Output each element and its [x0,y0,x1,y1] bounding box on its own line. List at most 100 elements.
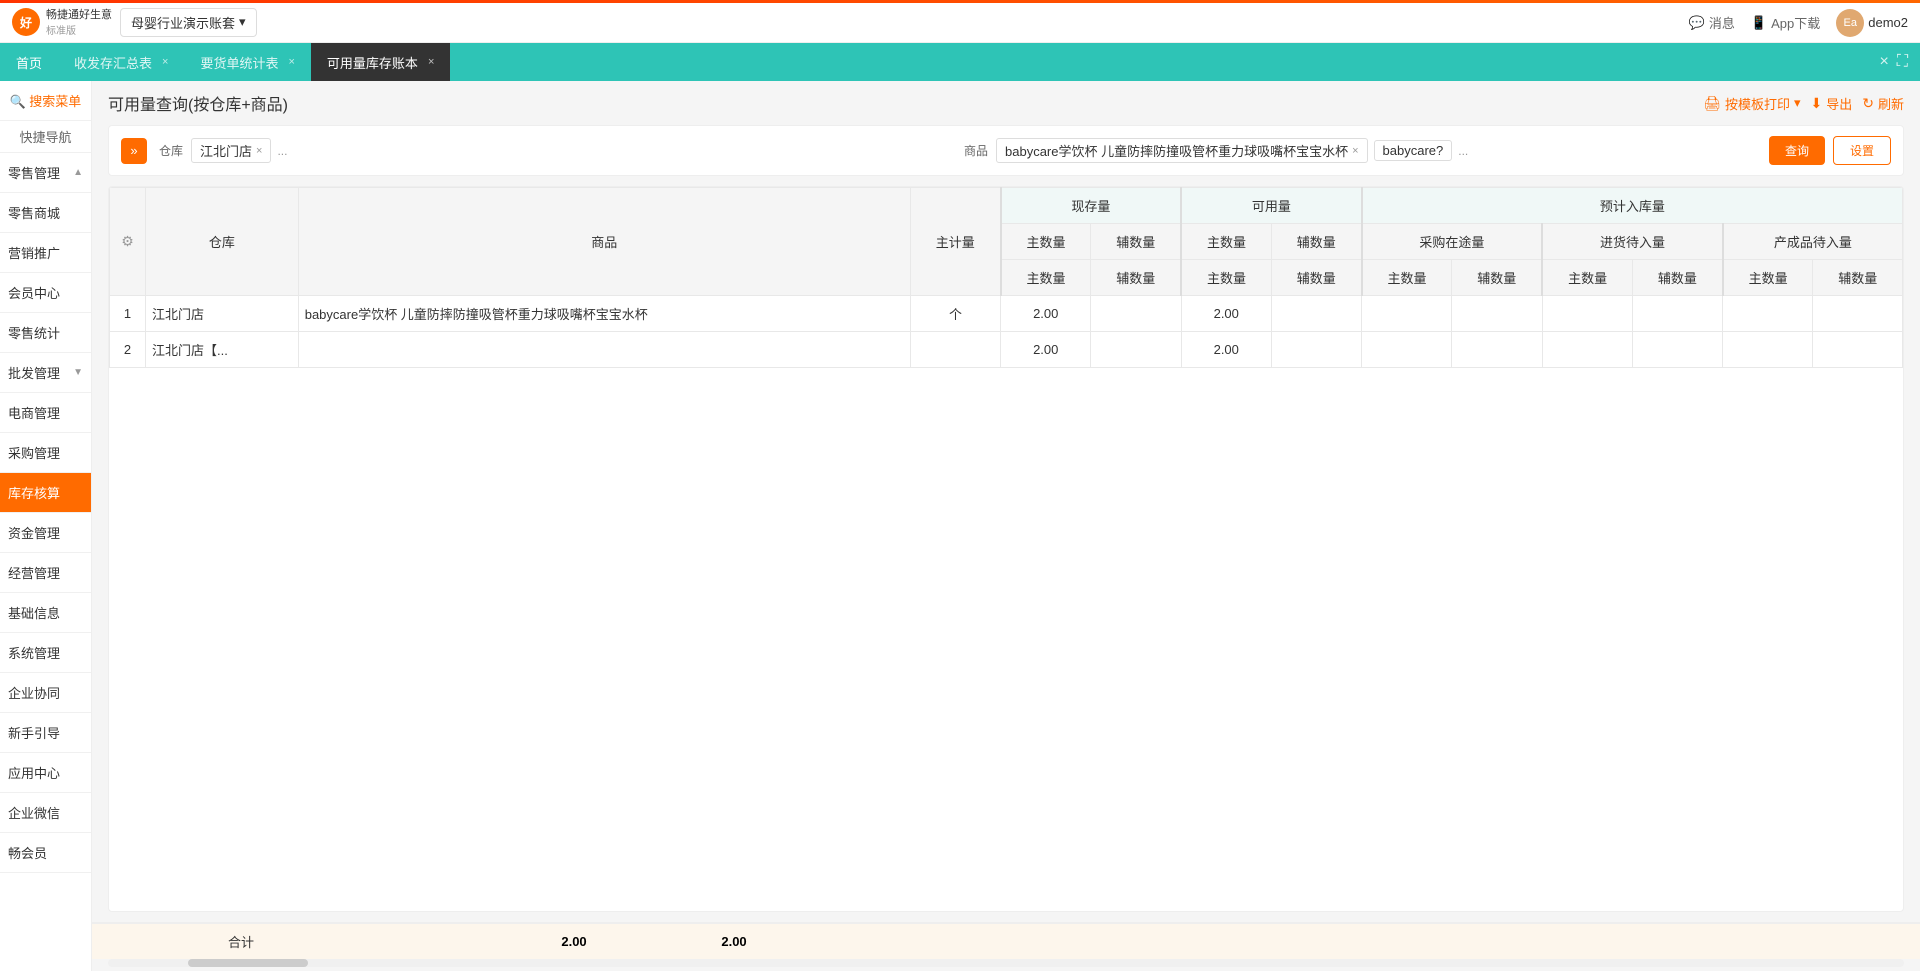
cell-warehouse: 江北门店【... [146,332,299,368]
col-av-main-qty: 主数量 [1181,260,1271,296]
tab-order-stats-label: 要货单统计表 [200,53,278,72]
col-planned-in-group: 预计入库量 [1362,188,1903,224]
search-icon: 🔍 [10,94,26,109]
cell-purchase-transit-main [1362,332,1452,368]
warehouse-tag-0[interactable]: 江北门店 × [191,138,271,163]
sidebar-item-enterprise-wechat[interactable]: 企业微信 [0,793,91,833]
cell-incoming-main [1542,296,1632,332]
sidebar-item-ecommerce-mgmt[interactable]: 电商管理 [0,393,91,433]
tab-available-inventory[interactable]: 可用量库存账本 × [311,43,450,81]
sidebar-item-inventory-check-label: 库存核算 [8,483,60,502]
warehouse-filter-group: 仓库 江北门店 × ... [159,138,952,163]
tab-order-stats-close[interactable]: × [288,56,294,68]
cell-current-stock-aux [1091,332,1181,368]
warehouse-tag-0-remove[interactable]: × [256,145,262,157]
sidebar-item-system-mgmt-label: 系统管理 [8,643,60,662]
tab-home-label: 首页 [16,53,42,72]
sidebar-item-retail-stats[interactable]: 零售统计 [0,313,91,353]
total-label: 合计 [228,932,254,951]
sidebar-search-label: 搜索菜单 [29,94,81,109]
gear-icon[interactable]: ⚙ [121,233,134,249]
tab-receive-summary[interactable]: 收发存汇总表 × [58,43,184,81]
main-layout: 🔍 搜索菜单 快捷导航 零售管理 ▲ 零售商城 营销推广 会员中心 零售统计 [0,81,1920,971]
col-settings: ⚙ [110,188,146,296]
app-icon: 📱 [1751,15,1767,31]
sidebar-item-enterprise-collab-label: 企业协同 [8,683,60,702]
cell-production-aux [1813,332,1903,368]
warehouse-tag-0-label: 江北门店 [200,141,252,160]
tab-close-all-btn[interactable]: × [1879,53,1888,71]
tab-fullscreen-btn[interactable]: ⛶ [1897,53,1908,71]
sidebar-item-new-guide[interactable]: 新手引导 [0,713,91,753]
sidebar-item-app-center[interactable]: 应用中心 [0,753,91,793]
col-prod-aux: 辅数量 [1813,260,1903,296]
scroll-thumb[interactable] [188,959,308,967]
sidebar-item-purchase-mgmt[interactable]: 采购管理 [0,433,91,473]
tab-order-stats[interactable]: 要货单统计表 × [184,43,310,81]
col-current-main: 主数量 [1001,224,1091,260]
chevron-down-icon: ▾ [239,14,246,30]
sidebar-item-member-center[interactable]: 会员中心 [0,273,91,313]
industry-selector[interactable]: 母婴行业演示账套 ▾ [120,8,257,37]
sidebar-item-enterprise-collab[interactable]: 企业协同 [0,673,91,713]
sidebar-item-retail-mgmt[interactable]: 零售管理 ▲ [0,153,91,193]
product-more[interactable]: ... [1458,144,1468,158]
cell-purchase-transit-aux [1452,332,1542,368]
total-bar: 合计 2.00 2.00 [92,922,1920,959]
col-in-aux: 辅数量 [1632,260,1722,296]
horizontal-scrollbar[interactable] [108,959,1904,967]
setting-button[interactable]: 设置 [1833,136,1891,165]
sidebar-item-basic-info[interactable]: 基础信息 [0,593,91,633]
tab-home[interactable]: 首页 [0,43,58,81]
sidebar-item-operations-mgmt[interactable]: 经营管理 [0,553,91,593]
product-tag-1-label: babycare? [1383,143,1444,158]
product-tag-1[interactable]: babycare? [1374,140,1453,161]
sidebar-item-finance-mgmt[interactable]: 资金管理 [0,513,91,553]
top-bar-left: 好 畅捷通好生意 标准版 母婴行业演示账套 ▾ [12,8,257,37]
sidebar-item-wholesale-mgmt[interactable]: 批发管理 ▼ [0,353,91,393]
message-action[interactable]: 💬 消息 [1689,13,1735,32]
sidebar-quick-nav[interactable]: 快捷导航 [0,121,91,153]
tab-bar: 首页 收发存汇总表 × 要货单统计表 × 可用量库存账本 × × ⛶ [0,43,1920,81]
warehouse-more[interactable]: ... [277,144,287,158]
query-button[interactable]: 查询 [1769,136,1825,165]
col-current-stock-group: 现存量 [1001,188,1182,224]
message-label: 消息 [1709,13,1735,32]
product-tag-0[interactable]: babycare学饮杯 儿童防摔防撞吸管杯重力球吸嘴杯宝宝水杯 × [996,138,1368,163]
sidebar-item-operations-mgmt-label: 经营管理 [8,563,60,582]
cell-main-unit [910,332,1000,368]
app-download-action[interactable]: 📱 App下载 [1751,13,1820,32]
top-bar-right: 💬 消息 📱 App下载 Ea demo2 [1689,9,1908,37]
cell-product: babycare学饮杯 儿童防摔防撞吸管杯重力球吸嘴杯宝宝水杯 [298,296,910,332]
sidebar-section: 零售管理 ▲ 零售商城 营销推广 会员中心 零售统计 批发管理 ▼ 电商管理 [0,153,91,873]
sidebar-item-vip-member[interactable]: 畅会员 [0,833,91,873]
print-btn[interactable]: 🖨 按模板打印 ▾ [1703,94,1800,113]
col-pt-main: 主数量 [1362,260,1452,296]
col-avail-aux: 辅数量 [1271,224,1361,260]
sidebar-item-retail-mall[interactable]: 零售商城 [0,193,91,233]
col-product: 商品 [298,188,910,296]
tab-receive-summary-close[interactable]: × [162,56,168,68]
sidebar-item-marketing[interactable]: 营销推广 [0,233,91,273]
sidebar-search[interactable]: 🔍 搜索菜单 [0,81,91,121]
export-btn[interactable]: ⬇ 导出 [1811,94,1853,113]
cell-production-main [1723,332,1813,368]
tab-available-inventory-label: 可用量库存账本 [327,53,418,72]
chevron-down-icon: ▼ [73,367,83,378]
sidebar-item-system-mgmt[interactable]: 系统管理 [0,633,91,673]
industry-label: 母婴行业演示账套 [131,13,235,32]
sidebar-item-inventory-check[interactable]: 库存核算 [0,473,91,513]
refresh-icon: ↻ [1862,95,1874,112]
product-tag-0-remove[interactable]: × [1352,145,1358,157]
product-filter-tags: babycare学饮杯 儿童防摔防撞吸管杯重力球吸嘴杯宝宝水杯 × babyca… [996,138,1468,163]
sidebar-item-retail-mgmt-label: 零售管理 [8,163,60,182]
col-available-group: 可用量 [1181,188,1362,224]
refresh-btn[interactable]: ↻ 刷新 [1862,94,1904,113]
table-row: 2 江北门店【... 2.00 2.00 [110,332,1903,368]
filter-bar: » 仓库 江北门店 × ... 商品 babycare学饮杯 儿童防摔防撞吸管杯… [108,125,1904,176]
user-area[interactable]: Ea demo2 [1836,9,1908,37]
filter-toggle-btn[interactable]: » [121,138,147,164]
col-warehouse: 仓库 [146,188,299,296]
col-cs-aux-qty: 辅数量 [1091,260,1181,296]
tab-available-inventory-close[interactable]: × [428,56,434,68]
